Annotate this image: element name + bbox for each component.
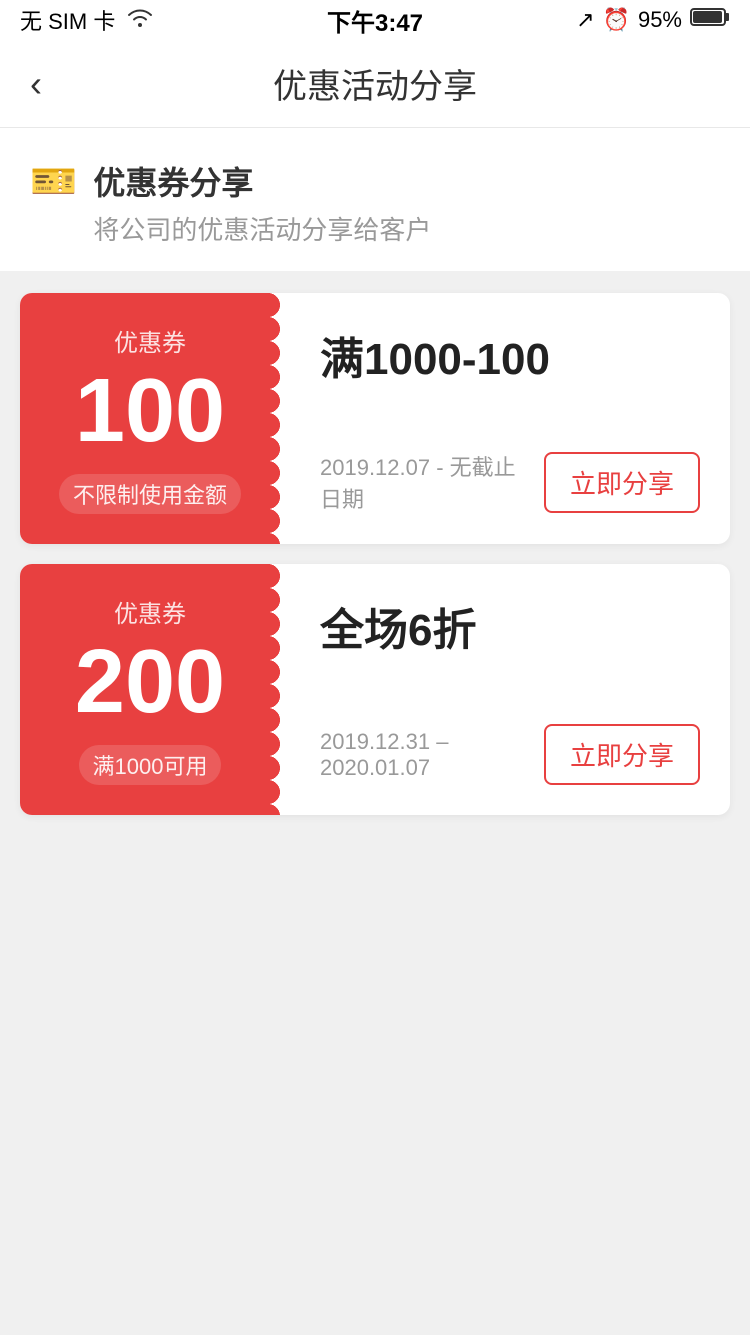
coupon-footer: 2019.12.07 - 无截止日期 立即分享: [320, 450, 700, 514]
coupon-right: 全场6折 2019.12.31 – 2020.01.07 立即分享: [280, 564, 730, 815]
share-button[interactable]: 立即分享: [544, 724, 700, 785]
battery-label: 95%: [638, 7, 682, 33]
coupon-date: 2019.12.31 – 2020.01.07: [320, 729, 534, 781]
location-icon: ↗: [576, 7, 594, 33]
page-title: 优惠活动分享: [273, 59, 477, 108]
coupon-label: 优惠券: [114, 323, 186, 358]
coupon-title: 全场6折: [320, 594, 700, 658]
coupon-left: 优惠券 200 满1000可用: [20, 564, 280, 815]
coupon-amount: 200: [75, 637, 225, 727]
coupon-card: 优惠券 100 不限制使用金额 满1000-100 2019.12.07 - 无…: [20, 293, 730, 544]
coupon-condition: 满1000可用: [79, 745, 222, 785]
status-bar: 无 SIM 卡 下午3:47 ↗ ⏰ 95%: [0, 0, 750, 40]
coupon-title: 满1000-100: [320, 323, 700, 387]
coupon-condition: 不限制使用金额: [59, 474, 241, 514]
coupon-date: 2019.12.07 - 无截止日期: [320, 450, 534, 514]
alarm-icon: ⏰: [603, 7, 630, 33]
coupon-share-icon: 🎫: [30, 160, 77, 204]
nav-bar: ‹ 优惠活动分享: [0, 40, 750, 128]
battery-icon: [690, 7, 730, 33]
section-title: 优惠券分享: [93, 158, 431, 204]
section-desc: 将公司的优惠活动分享给客户: [93, 210, 431, 247]
section-text: 优惠券分享 将公司的优惠活动分享给客户: [93, 158, 431, 247]
section-header: 🎫 优惠券分享 将公司的优惠活动分享给客户: [0, 128, 750, 271]
coupon-card: 优惠券 200 满1000可用 全场6折 2019.12.31 – 2020.0…: [20, 564, 730, 815]
carrier-label: 无 SIM 卡: [20, 4, 115, 36]
wifi-icon: [125, 6, 155, 34]
status-right: ↗ ⏰ 95%: [576, 7, 730, 33]
coupon-right: 满1000-100 2019.12.07 - 无截止日期 立即分享: [280, 293, 730, 544]
coupon-list: 优惠券 100 不限制使用金额 满1000-100 2019.12.07 - 无…: [0, 273, 750, 835]
coupon-left: 优惠券 100 不限制使用金额: [20, 293, 280, 544]
coupon-amount: 100: [75, 366, 225, 456]
status-left: 无 SIM 卡: [20, 4, 155, 36]
bottom-space: [0, 835, 750, 1335]
coupon-footer: 2019.12.31 – 2020.01.07 立即分享: [320, 724, 700, 785]
coupon-label: 优惠券: [114, 594, 186, 629]
status-time: 下午3:47: [327, 3, 423, 38]
back-button[interactable]: ‹: [30, 63, 42, 105]
share-button[interactable]: 立即分享: [544, 452, 700, 513]
